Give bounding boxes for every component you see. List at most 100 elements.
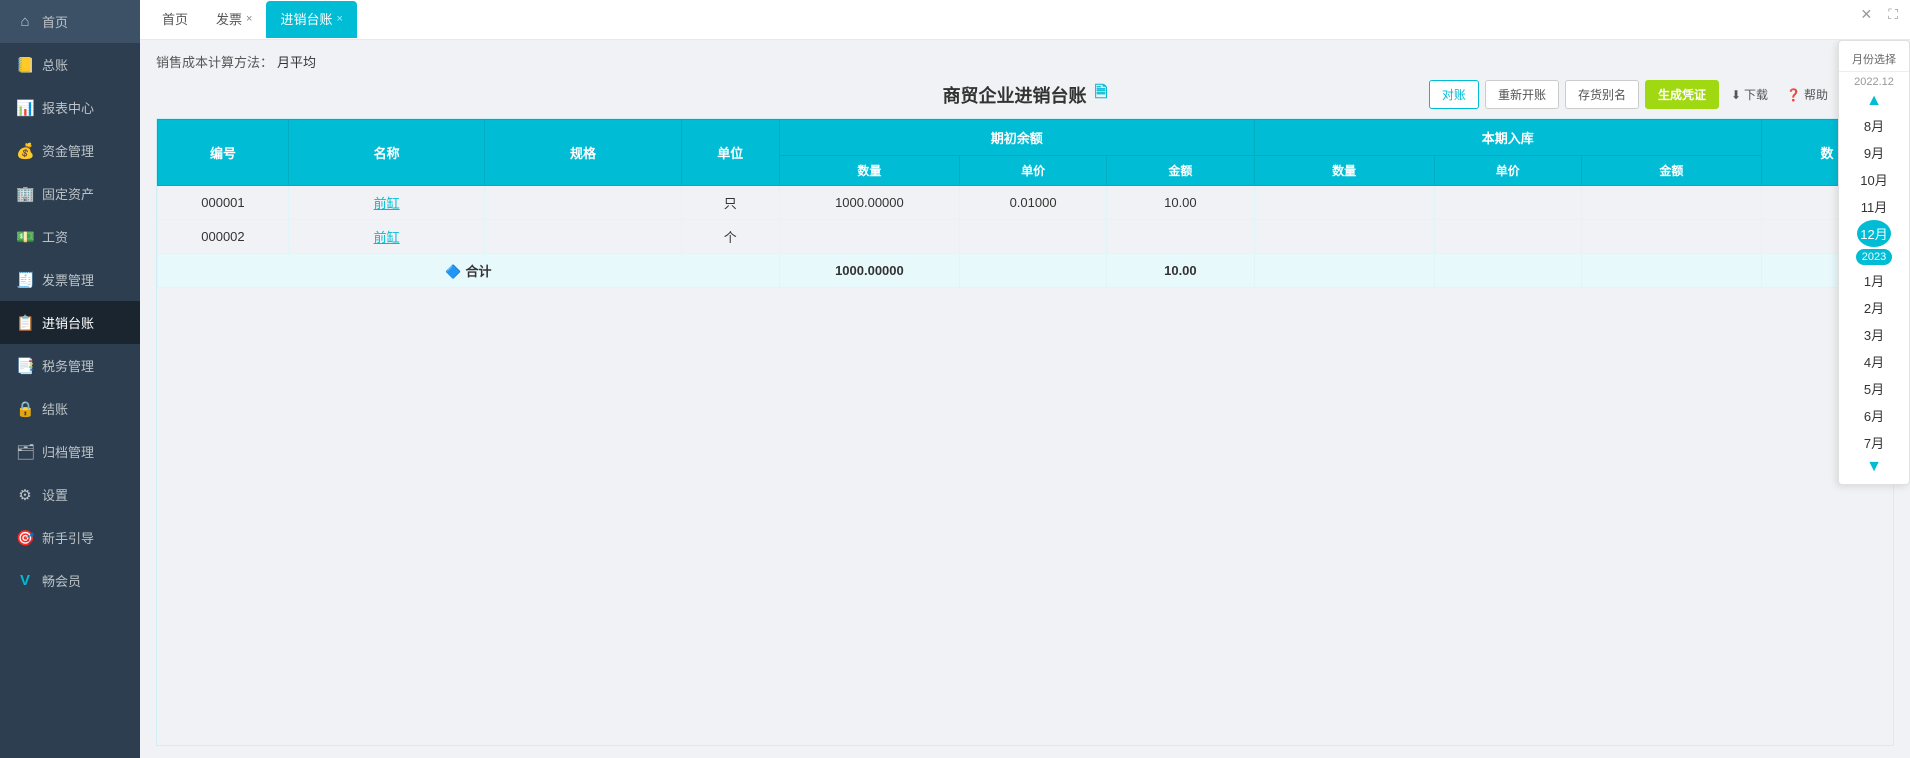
month-item-10[interactable]: 10月 bbox=[1839, 166, 1909, 193]
sub-col-opening-amount: 金额 bbox=[1107, 156, 1254, 186]
help-button[interactable]: ❓ 帮助 bbox=[1780, 82, 1834, 107]
help-icon: ❓ bbox=[1786, 88, 1801, 102]
tab-home[interactable]: 首页 bbox=[148, 1, 202, 38]
save-alias-button[interactable]: 存货别名 bbox=[1565, 80, 1639, 109]
tax-icon: 📑 bbox=[16, 357, 34, 375]
month-item-9[interactable]: 9月 bbox=[1839, 139, 1909, 166]
total-period-price bbox=[1434, 254, 1581, 288]
download-label: 下载 bbox=[1744, 86, 1768, 103]
col-group-period-in: 本期入库 bbox=[1254, 120, 1761, 156]
sidebar-item-invoice-mgmt[interactable]: 🧾 发票管理 bbox=[0, 258, 140, 301]
cell-period-price bbox=[1434, 220, 1581, 254]
tab-invoice[interactable]: 发票 × bbox=[202, 1, 266, 38]
ledger-icon: 📒 bbox=[16, 56, 34, 74]
col-header-spec: 规格 bbox=[485, 120, 681, 186]
sidebar-item-label: 结账 bbox=[42, 399, 68, 418]
data-table-wrapper: 编号 名称 规格 单位 期初余额 本期入库 数 数量 单价 金额 数量 单价 bbox=[156, 118, 1894, 746]
generate-voucher-button[interactable]: 生成凭证 bbox=[1645, 80, 1719, 109]
cell-id: 000002 bbox=[158, 220, 289, 254]
reconcile-button[interactable]: 对账 bbox=[1429, 80, 1479, 109]
window-controls: ✕ ⛶ bbox=[1856, 4, 1902, 25]
settings-icon: ⚙ bbox=[16, 486, 34, 504]
cell-period-qty bbox=[1254, 186, 1434, 220]
download-icon: ⬇ bbox=[1731, 88, 1741, 102]
sub-col-period-price: 单价 bbox=[1434, 156, 1581, 186]
page-info-icon[interactable]: 🗎 bbox=[1095, 81, 1108, 108]
assets-icon: 🏢 bbox=[16, 185, 34, 203]
sidebar-item-salary[interactable]: 💵 工资 bbox=[0, 215, 140, 258]
sidebar-item-ledger[interactable]: 📒 总账 bbox=[0, 43, 140, 86]
cell-unit: 个 bbox=[681, 220, 779, 254]
reopen-button[interactable]: 重新开账 bbox=[1485, 80, 1559, 109]
maximize-window-button[interactable]: ⛶ bbox=[1884, 4, 1902, 25]
close-window-button[interactable]: ✕ bbox=[1856, 4, 1876, 25]
month-panel-year-2022: 2022.12 bbox=[1854, 74, 1894, 90]
data-table: 编号 名称 规格 单位 期初余额 本期入库 数 数量 单价 金额 数量 单价 bbox=[157, 119, 1893, 288]
report-icon: 📊 bbox=[16, 99, 34, 117]
page-title-text: 商贸企业进销台账 bbox=[943, 82, 1087, 108]
sidebar-item-label: 税务管理 bbox=[42, 356, 94, 375]
page-header: 商贸企业进销台账 🗎 对账 重新开账 存货别名 生成凭证 ⬇ 下载 ❓ 帮助 🔄 bbox=[156, 81, 1894, 108]
sub-col-period-amount: 金额 bbox=[1581, 156, 1761, 186]
sidebar-item-report[interactable]: 📊 报表中心 bbox=[0, 86, 140, 129]
cell-opening-price bbox=[959, 220, 1106, 254]
col-header-unit: 单位 bbox=[681, 120, 779, 186]
sub-col-opening-price: 单价 bbox=[959, 156, 1106, 186]
sidebar-item-home[interactable]: ⌂ 首页 bbox=[0, 0, 140, 43]
tab-invoice-label: 发票 bbox=[216, 9, 242, 28]
month-panel-title: 月份选择 bbox=[1839, 47, 1909, 72]
cell-opening-qty bbox=[779, 220, 959, 254]
invoice-mgmt-icon: 🧾 bbox=[16, 271, 34, 289]
tab-purchase-sales-close[interactable]: × bbox=[336, 13, 342, 25]
table-row: 000002 前缸 个 bbox=[158, 220, 1893, 254]
month-item-3[interactable]: 3月 bbox=[1839, 321, 1909, 348]
cell-period-amount bbox=[1581, 220, 1761, 254]
month-item-6[interactable]: 6月 bbox=[1839, 402, 1909, 429]
sidebar-item-assets[interactable]: 🏢 固定资产 bbox=[0, 172, 140, 215]
cell-period-price bbox=[1434, 186, 1581, 220]
month-item-8[interactable]: 8月 bbox=[1839, 112, 1909, 139]
tab-home-label: 首页 bbox=[162, 9, 188, 28]
main-content: 首页 发票 × 进销台账 × ✕ ⛶ 销售成本计算方法： 月平均 商贸企业进销台… bbox=[140, 0, 1910, 758]
total-icon: 🔷 bbox=[445, 264, 461, 279]
download-button[interactable]: ⬇ 下载 bbox=[1725, 82, 1774, 107]
page-title: 商贸企业进销台账 🗎 bbox=[943, 81, 1108, 108]
tab-bar: 首页 发票 × 进销台账 × ✕ ⛶ bbox=[140, 0, 1910, 40]
sidebar-item-purchase-sales[interactable]: 📋 进销台账 bbox=[0, 301, 140, 344]
sidebar-item-label: 工资 bbox=[42, 227, 68, 246]
content-area: 销售成本计算方法： 月平均 商贸企业进销台账 🗎 对账 重新开账 存货别名 生成… bbox=[140, 40, 1910, 758]
sidebar-item-settings[interactable]: ⚙ 设置 bbox=[0, 473, 140, 516]
sidebar-item-tax[interactable]: 📑 税务管理 bbox=[0, 344, 140, 387]
tab-invoice-close[interactable]: × bbox=[246, 13, 252, 25]
total-opening-qty: 1000.00000 bbox=[779, 254, 959, 288]
month-item-7[interactable]: 7月 bbox=[1839, 429, 1909, 456]
cell-period-amount bbox=[1581, 186, 1761, 220]
month-item-2[interactable]: 2月 bbox=[1839, 294, 1909, 321]
col-header-name: 名称 bbox=[288, 120, 484, 186]
cell-opening-qty: 1000.00000 bbox=[779, 186, 959, 220]
sidebar-item-finance[interactable]: 💰 资金管理 bbox=[0, 129, 140, 172]
col-group-opening: 期初余额 bbox=[779, 120, 1254, 156]
closing-icon: 🔒 bbox=[16, 400, 34, 418]
month-next-button[interactable]: ▼ bbox=[1839, 456, 1909, 478]
tab-purchase-sales[interactable]: 进销台账 × bbox=[266, 1, 356, 38]
sidebar-item-label: 设置 bbox=[42, 485, 68, 504]
sidebar-item-label: 畅会员 bbox=[42, 571, 81, 590]
month-item-4[interactable]: 4月 bbox=[1839, 348, 1909, 375]
sub-col-opening-qty: 数量 bbox=[779, 156, 959, 186]
month-item-12[interactable]: 12月 bbox=[1857, 220, 1891, 247]
home-icon: ⌂ bbox=[16, 13, 34, 30]
sidebar-item-archive[interactable]: 🗂 归档管理 bbox=[0, 430, 140, 473]
cell-period-qty bbox=[1254, 220, 1434, 254]
sidebar-item-vip[interactable]: V 畅会员 bbox=[0, 559, 140, 602]
sidebar-item-label: 归档管理 bbox=[42, 442, 94, 461]
month-item-5[interactable]: 5月 bbox=[1839, 375, 1909, 402]
sidebar-item-label: 固定资产 bbox=[42, 184, 94, 203]
month-item-1[interactable]: 1月 bbox=[1839, 267, 1909, 294]
month-prev-button[interactable]: ▲ bbox=[1839, 90, 1909, 112]
sidebar-item-guide[interactable]: 🎯 新手引导 bbox=[0, 516, 140, 559]
sidebar-item-closing[interactable]: 🔒 结账 bbox=[0, 387, 140, 430]
toolbar: 对账 重新开账 存货别名 生成凭证 ⬇ 下载 ❓ 帮助 🔄 刷新 bbox=[1429, 80, 1894, 109]
month-item-11[interactable]: 11月 bbox=[1839, 193, 1909, 220]
total-opening-amount: 10.00 bbox=[1107, 254, 1254, 288]
